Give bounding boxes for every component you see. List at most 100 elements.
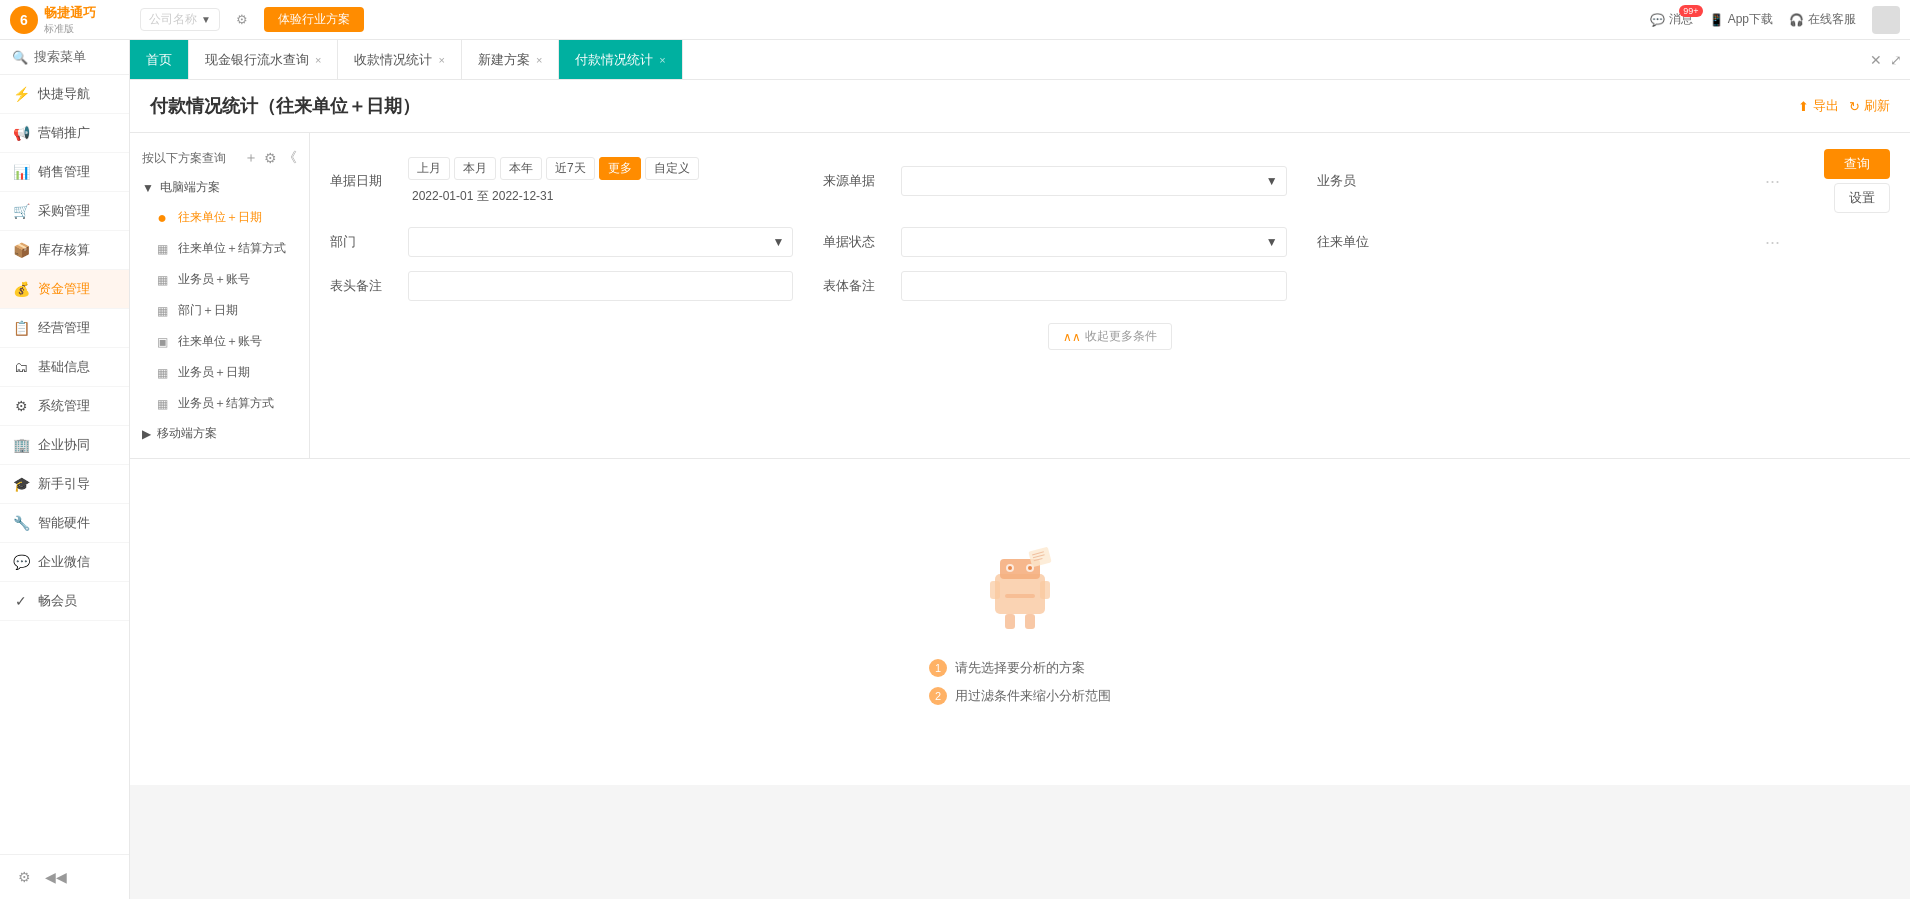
query-btn[interactable]: 查询 (1824, 149, 1890, 179)
scheme-item-label: 业务员＋账号 (178, 271, 250, 288)
settings-scheme-icon[interactable]: ⚙ (264, 149, 277, 167)
empty-tips: 1 请先选择要分析的方案 2 用过滤条件来缩小分析范围 (929, 659, 1111, 705)
online-service-item[interactable]: 🎧 在线客服 (1789, 11, 1856, 28)
department-select[interactable]: ▼ (408, 227, 793, 257)
filter-row-2: 部门 ▼ 单据状态 ▼ (330, 227, 1890, 257)
scheme-item-partner-account[interactable]: ▣ 往来单位＋账号 (130, 326, 309, 357)
tab-close-all-icon[interactable]: ✕ (1870, 52, 1882, 68)
tab-expand-icon[interactable]: ⤢ (1890, 52, 1902, 68)
svg-rect-9 (1005, 614, 1015, 629)
company-selector[interactable]: 公司名称 ▼ (140, 8, 220, 31)
tab-bank-flow-close[interactable]: × (315, 54, 321, 66)
app-title: 畅捷通巧 (44, 4, 96, 22)
refresh-icon: ↻ (1849, 99, 1860, 114)
collapse-scheme-icon[interactable]: 《 (283, 149, 297, 167)
tab-new-scheme-label: 新建方案 (478, 51, 530, 69)
sidebar-collapse-icon[interactable]: ◀◀ (44, 865, 68, 889)
service-icon: 🎧 (1789, 13, 1804, 27)
inventory-icon: 📦 (12, 241, 30, 259)
tab-receivable-stats[interactable]: 收款情况统计 × (338, 40, 461, 79)
sidebar-item-basic-info[interactable]: 🗂 基础信息 (0, 348, 129, 387)
scheme-item-dept-date[interactable]: ▦ 部门＋日期 (130, 295, 309, 326)
tab-end-buttons: ✕ ⤢ (1862, 40, 1910, 79)
tab-receivable-close[interactable]: × (438, 54, 444, 66)
date-btn-more[interactable]: 更多 (599, 157, 641, 180)
scheme-item-partner-settlement[interactable]: ▦ 往来单位＋结算方式 (130, 233, 309, 264)
sidebar-item-quick-nav[interactable]: ⚡ 快捷导航 (0, 75, 129, 114)
basic-info-icon: 🗂 (12, 358, 30, 376)
sidebar-item-label: 基础信息 (38, 358, 90, 376)
vip-icon: ✓ (12, 592, 30, 610)
sidebar-item-guide[interactable]: 🎓 新手引导 (0, 465, 129, 504)
message-item[interactable]: 💬 消息 99+ (1650, 11, 1693, 28)
scheme-item-salesperson-account[interactable]: ▦ 业务员＋账号 (130, 264, 309, 295)
sidebar-item-label: 采购管理 (38, 202, 90, 220)
date-btn-this-year[interactable]: 本年 (500, 157, 542, 180)
scheme-item-salesperson-date[interactable]: ▦ 业务员＋日期 (130, 357, 309, 388)
sidebar-item-inventory[interactable]: 📦 库存核算 (0, 231, 129, 270)
sidebar-settings-icon[interactable]: ⚙ (12, 865, 36, 889)
scheme-item-salesperson-settlement[interactable]: ▦ 业务员＋结算方式 (130, 388, 309, 419)
partner-more-btn[interactable]: ··· (1765, 232, 1780, 253)
date-range-text: 2022-01-01 至 2022-12-31 (412, 188, 553, 205)
sidebar-item-system[interactable]: ⚙ 系统管理 (0, 387, 129, 426)
tab-payment-stats-close[interactable]: × (659, 54, 665, 66)
sidebar-item-capital[interactable]: 💰 资金管理 (0, 270, 129, 309)
sidebar-item-operations[interactable]: 📋 经营管理 (0, 309, 129, 348)
collapse-conditions-btn[interactable]: ∧∧ 收起更多条件 (1048, 323, 1172, 350)
svg-rect-8 (1040, 581, 1050, 599)
tab-home[interactable]: 首页 (130, 40, 189, 79)
table-body-note-input[interactable] (901, 271, 1286, 301)
sidebar-item-marketing[interactable]: 📢 营销推广 (0, 114, 129, 153)
scheme-table-icon: ▦ (154, 241, 170, 257)
sidebar-item-label: 资金管理 (38, 280, 90, 298)
trial-btn[interactable]: 体验行业方案 (264, 7, 364, 32)
user-avatar[interactable] (1872, 6, 1900, 34)
source-bill-select[interactable]: ▼ (901, 166, 1286, 196)
refresh-btn[interactable]: ↻ 刷新 (1849, 97, 1890, 115)
collapse-btn-row: ∧∧ 收起更多条件 (330, 315, 1890, 358)
tab-bank-flow-label: 现金银行流水查询 (205, 51, 309, 69)
hardware-icon: 🔧 (12, 514, 30, 532)
salesperson-more-btn[interactable]: ··· (1765, 171, 1780, 192)
date-buttons: 上月 本月 本年 近7天 更多 自定义 2022-01-01 至 2022-12… (408, 157, 793, 205)
settings-btn[interactable]: 设置 (1834, 183, 1890, 213)
tab-payment-stats[interactable]: 付款情况统计 × (559, 40, 682, 79)
mobile-scheme-section[interactable]: ▶ 移动端方案 (130, 419, 309, 448)
tab-bank-flow[interactable]: 现金银行流水查询 × (189, 40, 338, 79)
date-btn-custom[interactable]: 自定义 (645, 157, 699, 180)
empty-tip-1: 1 请先选择要分析的方案 (929, 659, 1111, 677)
sidebar-item-vip[interactable]: ✓ 畅会员 (0, 582, 129, 621)
date-btn-last-month[interactable]: 上月 (408, 157, 450, 180)
top-header: 6 畅捷通巧 标准版 公司名称 ▼ ⚙ 体验行业方案 💬 消息 99+ 📱 Ap… (0, 0, 1910, 40)
desktop-scheme-section[interactable]: ▼ 电脑端方案 (130, 173, 309, 202)
add-scheme-icon[interactable]: ＋ (244, 149, 258, 167)
app-download-item[interactable]: 📱 App下载 (1709, 11, 1773, 28)
scheme-item-partner-date[interactable]: ● 往来单位＋日期 (130, 202, 309, 233)
tab-new-scheme-close[interactable]: × (536, 54, 542, 66)
sidebar-item-hardware[interactable]: 🔧 智能硬件 (0, 504, 129, 543)
date-btn-7days[interactable]: 近7天 (546, 157, 595, 180)
date-btn-this-month[interactable]: 本月 (454, 157, 496, 180)
app-subtitle: 标准版 (44, 22, 96, 36)
header-settings-icon[interactable]: ⚙ (228, 6, 256, 34)
filter-right: 单据日期 上月 本月 本年 近7天 更多 自定义 2022-01-01 至 20… (310, 133, 1910, 458)
sidebar-item-weixin[interactable]: 💬 企业微信 (0, 543, 129, 582)
table-header-note-input[interactable] (408, 271, 793, 301)
sidebar-item-purchase[interactable]: 🛒 采购管理 (0, 192, 129, 231)
sidebar-item-label: 营销推广 (38, 124, 90, 142)
export-label: 导出 (1813, 97, 1839, 115)
sidebar-item-sales[interactable]: 📊 销售管理 (0, 153, 129, 192)
guide-icon: 🎓 (12, 475, 30, 493)
content-area: 首页 现金银行流水查询 × 收款情况统计 × 新建方案 × 付款情况统计 × ✕… (130, 40, 1910, 899)
tab-new-scheme[interactable]: 新建方案 × (462, 40, 559, 79)
bill-status-select[interactable]: ▼ (901, 227, 1286, 257)
scheme-active-icon: ● (154, 210, 170, 226)
sidebar-item-enterprise[interactable]: 🏢 企业协同 (0, 426, 129, 465)
sidebar-search[interactable]: 🔍 搜索菜单 (0, 40, 129, 75)
export-btn[interactable]: ⬆ 导出 (1798, 97, 1839, 115)
sidebar-item-label: 新手引导 (38, 475, 90, 493)
enterprise-icon: 🏢 (12, 436, 30, 454)
svg-rect-11 (1028, 547, 1051, 568)
scheme-item-label: 往来单位＋结算方式 (178, 240, 286, 257)
